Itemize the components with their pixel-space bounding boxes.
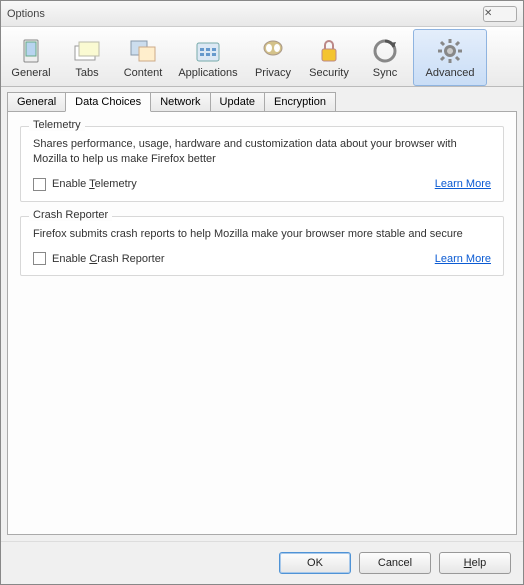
content-icon bbox=[129, 37, 157, 65]
security-icon bbox=[315, 37, 343, 65]
titlebar: Options ✕ bbox=[1, 1, 523, 27]
toolbar-item-content[interactable]: Content bbox=[115, 29, 171, 86]
sync-icon bbox=[371, 37, 399, 65]
close-button[interactable]: ✕ bbox=[483, 6, 517, 22]
toolbar-item-general[interactable]: General bbox=[3, 29, 59, 86]
tabs-icon bbox=[73, 37, 101, 65]
tab-encryption[interactable]: Encryption bbox=[264, 92, 336, 112]
toolbar-item-advanced[interactable]: Advanced bbox=[413, 29, 487, 86]
general-icon bbox=[17, 37, 45, 65]
close-icon: ✕ bbox=[484, 8, 516, 19]
tab-panel: Telemetry Shares performance, usage, har… bbox=[7, 111, 517, 535]
telemetry-desc: Shares performance, usage, hardware and … bbox=[33, 137, 491, 168]
crash-learn-more-link[interactable]: Learn More bbox=[435, 253, 491, 265]
toolbar-item-privacy[interactable]: Privacy bbox=[245, 29, 301, 86]
window-title: Options bbox=[7, 8, 483, 20]
crash-group: Crash Reporter Firefox submits crash rep… bbox=[20, 216, 504, 276]
telemetry-learn-more-link[interactable]: Learn More bbox=[435, 178, 491, 190]
tab-data-choices[interactable]: Data Choices bbox=[65, 92, 151, 112]
toolbar-item-tabs[interactable]: Tabs bbox=[59, 29, 115, 86]
options-dialog: Options ✕ General Tabs Content Applicati… bbox=[0, 0, 524, 585]
telemetry-group: Telemetry Shares performance, usage, har… bbox=[20, 126, 504, 202]
crash-desc: Firefox submits crash reports to help Mo… bbox=[33, 227, 491, 242]
telemetry-row: Enable Telemetry Learn More bbox=[33, 178, 491, 191]
crash-checkbox[interactable] bbox=[33, 252, 46, 265]
cancel-button[interactable]: Cancel bbox=[359, 552, 431, 574]
tab-general[interactable]: General bbox=[7, 92, 66, 112]
toolbar-item-security[interactable]: Security bbox=[301, 29, 357, 86]
privacy-icon bbox=[259, 37, 287, 65]
crash-title: Crash Reporter bbox=[29, 209, 112, 221]
toolbar-item-sync[interactable]: Sync bbox=[357, 29, 413, 86]
tab-network[interactable]: Network bbox=[150, 92, 210, 112]
help-button[interactable]: Help bbox=[439, 552, 511, 574]
telemetry-title: Telemetry bbox=[29, 119, 85, 131]
toolbar-item-applications[interactable]: Applications bbox=[171, 29, 245, 86]
category-toolbar: General Tabs Content Applications Privac… bbox=[1, 27, 523, 87]
telemetry-checkbox-label[interactable]: Enable Telemetry bbox=[52, 178, 137, 190]
advanced-icon bbox=[436, 37, 464, 65]
tab-update[interactable]: Update bbox=[210, 92, 265, 112]
crash-row: Enable Crash Reporter Learn More bbox=[33, 252, 491, 265]
crash-checkbox-label[interactable]: Enable Crash Reporter bbox=[52, 253, 165, 265]
applications-icon bbox=[194, 37, 222, 65]
advanced-tabs: General Data Choices Network Update Encr… bbox=[1, 87, 523, 111]
ok-button[interactable]: OK bbox=[279, 552, 351, 574]
telemetry-checkbox[interactable] bbox=[33, 178, 46, 191]
dialog-buttons: OK Cancel Help bbox=[1, 541, 523, 584]
